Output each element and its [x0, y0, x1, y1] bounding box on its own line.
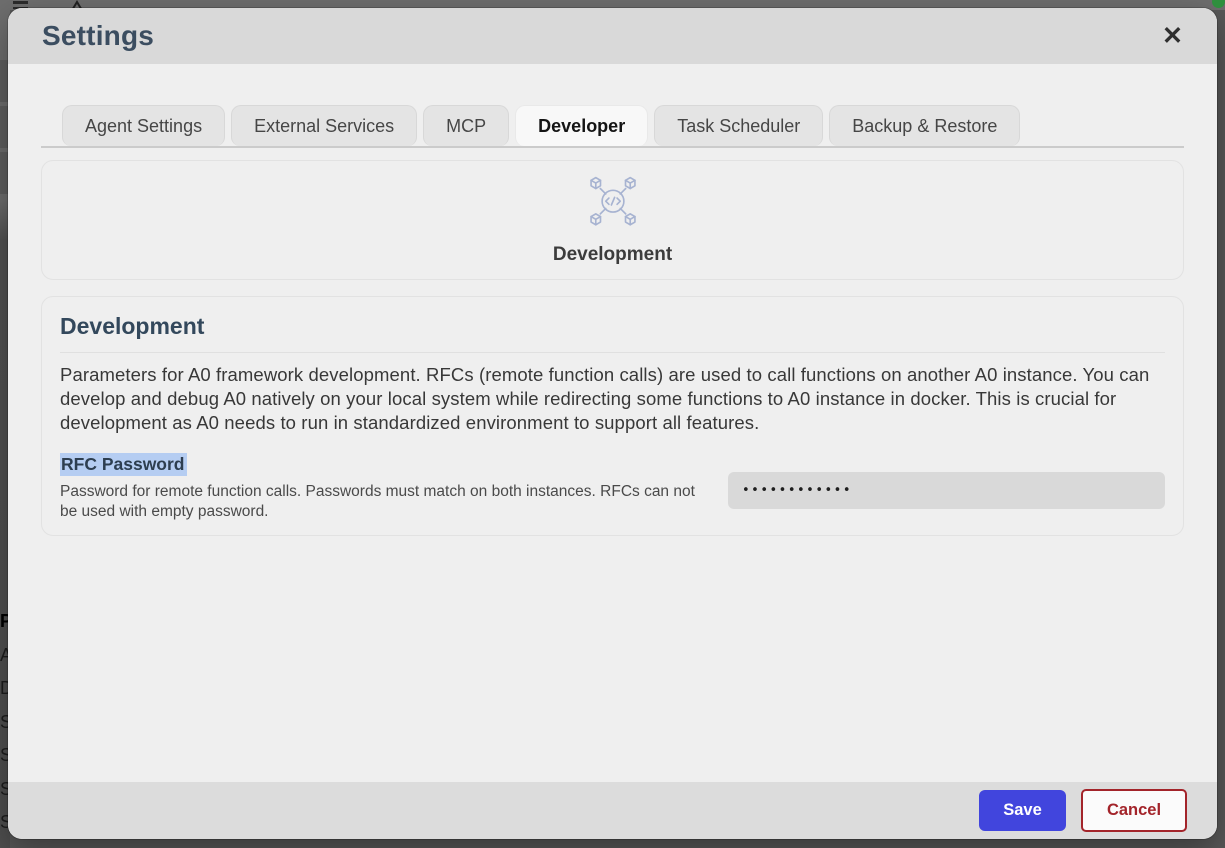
modal-body: Agent Settings External Services MCP Dev…: [8, 64, 1217, 782]
tab-developer[interactable]: Developer: [515, 105, 649, 146]
rfc-password-input[interactable]: [728, 472, 1165, 510]
rfc-password-label: RFC Password: [60, 453, 187, 477]
settings-tabs: Agent Settings External Services MCP Dev…: [41, 105, 1184, 148]
nav-section-label: Development: [552, 244, 673, 265]
section-divider: [60, 352, 1165, 353]
close-button[interactable]: ✕: [1158, 22, 1187, 51]
cancel-button[interactable]: Cancel: [1081, 789, 1187, 832]
modal-footer: Save Cancel: [8, 782, 1217, 839]
field-info: RFC Password Password for remote functio…: [60, 453, 728, 522]
page-title: Settings: [42, 20, 155, 51]
modal-header: Settings ✕: [8, 8, 1217, 64]
section-description: Parameters for A0 framework development.…: [60, 364, 1150, 434]
development-section: Development Parameters for A0 framework …: [41, 296, 1184, 536]
distributed-code-nodes-icon: [584, 174, 642, 237]
rfc-password-field-row: RFC Password Password for remote functio…: [60, 453, 1165, 522]
tab-task-scheduler[interactable]: Task Scheduler: [654, 105, 824, 146]
rfc-password-description: Password for remote function calls. Pass…: [60, 483, 695, 520]
tab-agent-settings[interactable]: Agent Settings: [62, 105, 226, 146]
section-heading: Development: [60, 313, 205, 339]
tab-backup-restore[interactable]: Backup & Restore: [829, 105, 1021, 146]
rfc-password-label-text: RFC Password: [60, 453, 187, 477]
settings-modal: Settings ✕ Agent Settings External Servi…: [8, 8, 1217, 839]
save-button[interactable]: Save: [979, 790, 1066, 831]
section-nav-card[interactable]: Development: [41, 160, 1184, 280]
tab-mcp[interactable]: MCP: [423, 105, 510, 146]
tab-external-services[interactable]: External Services: [231, 105, 418, 146]
